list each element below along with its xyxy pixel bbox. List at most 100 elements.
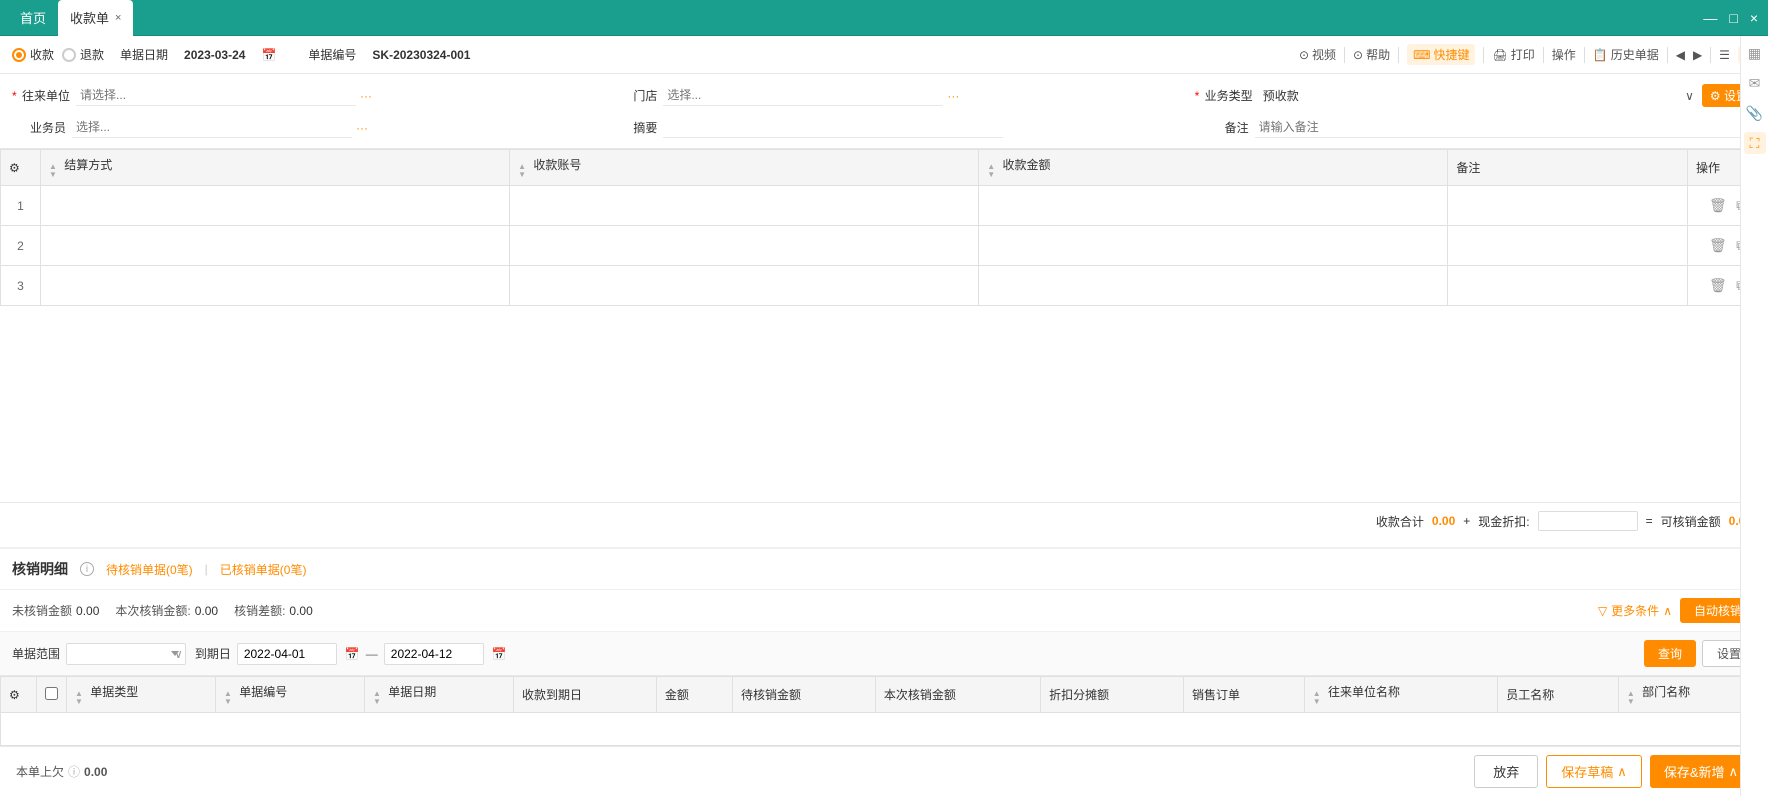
row-remark-1[interactable] xyxy=(1448,186,1688,226)
date-value[interactable]: 2023-03-24 xyxy=(184,48,245,62)
counterparty-input[interactable] xyxy=(76,85,356,106)
plus-label: + xyxy=(1463,514,1470,528)
verify-info-icon[interactable]: i xyxy=(80,562,94,576)
save-new-btn[interactable]: 保存&新增 ∧ xyxy=(1650,755,1752,788)
calendar-icon[interactable]: 📅 xyxy=(261,48,276,62)
video-icon: ⊙ xyxy=(1299,48,1309,62)
history-action[interactable]: 📋 历史单据 xyxy=(1593,46,1659,63)
sidebar-expand-icon[interactable]: ⛶ xyxy=(1744,132,1766,154)
store-label: 门店 xyxy=(603,87,663,104)
bottom-table-empty-row xyxy=(1,713,1768,746)
row-settlement-1[interactable] xyxy=(41,186,510,226)
bottom-info-icon[interactable]: ⓘ xyxy=(68,763,80,780)
top-navigation: 首页 收款单 × — □ × xyxy=(0,0,1768,36)
row-settlement-3[interactable] xyxy=(41,266,510,306)
bottom-th-counterparty: ▲▼ 往来单位名称 xyxy=(1304,677,1498,713)
verify-pending-tab[interactable]: 待核销单据(0笔) xyxy=(106,561,193,578)
store-input[interactable] xyxy=(663,85,943,106)
sidebar-clip-icon[interactable]: 📎 xyxy=(1744,102,1766,124)
date-to-input[interactable] xyxy=(384,643,484,665)
nav-tab-home[interactable]: 首页 xyxy=(8,0,58,36)
row-account-2[interactable] xyxy=(510,226,979,266)
save-draft-btn[interactable]: 保存草稿 ∧ xyxy=(1546,755,1642,788)
save-new-arrow-icon: ∧ xyxy=(1728,764,1738,780)
discount-label: 现金折扣: xyxy=(1478,513,1529,530)
remark-input[interactable] xyxy=(1255,117,1756,138)
radio-shoukuan-circle xyxy=(12,48,26,62)
verify-done-tab[interactable]: 已核销单据(0笔) xyxy=(220,561,307,578)
payment-type-group: 收款 退款 xyxy=(12,46,104,63)
date-label: 单据日期 xyxy=(120,46,168,63)
row-num-1: 1 xyxy=(1,186,41,226)
row-amount-1[interactable] xyxy=(979,186,1448,226)
list-view-icon[interactable]: ☰ xyxy=(1719,48,1730,62)
sidebar-table-icon[interactable]: ▦ xyxy=(1744,42,1766,64)
discard-btn[interactable]: 放弃 xyxy=(1474,755,1538,788)
salesperson-more-btn[interactable]: ··· xyxy=(356,121,368,135)
window-close-btn[interactable]: × xyxy=(1748,8,1760,28)
summary-label: 摘要 xyxy=(603,119,663,136)
nav-right-icon[interactable]: ▶ xyxy=(1693,48,1702,62)
row-delete-3[interactable]: 🗑 xyxy=(1709,277,1727,293)
table-row: 3 🗑 ⧉ xyxy=(1,266,1768,306)
calendar-to-icon[interactable]: 📅 xyxy=(492,647,507,661)
salesperson-label: 业务员 xyxy=(12,119,72,136)
equals-label: = xyxy=(1646,514,1653,528)
nav-tab-shoukuan[interactable]: 收款单 × xyxy=(58,0,133,36)
row-delete-1[interactable]: 🗑 xyxy=(1709,197,1727,213)
row-remark-3[interactable] xyxy=(1448,266,1688,306)
row-delete-2[interactable]: 🗑 xyxy=(1709,237,1727,253)
available-label: 可核销金额 xyxy=(1661,513,1721,530)
th-amount: ▲▼ 收款金额 xyxy=(979,150,1448,186)
select-all-checkbox[interactable] xyxy=(45,687,58,700)
discount-input[interactable] xyxy=(1538,511,1638,531)
row-remark-2[interactable] xyxy=(1448,226,1688,266)
bottom-th-settings[interactable]: ⚙ xyxy=(1,677,37,713)
table-header-row: ⚙ ▲▼ 结算方式 ▲▼ 收款账号 ▲▼ 收款金额 备注 操作 xyxy=(1,150,1768,186)
date-from-input[interactable] xyxy=(237,643,337,665)
shortcut-action[interactable]: ⌨ 快捷键 xyxy=(1407,44,1475,65)
range-select[interactable] xyxy=(66,643,186,665)
nav-left-icon[interactable]: ◀ xyxy=(1676,48,1685,62)
form-row-1: * 往来单位 ··· 门店 ··· * 业务类型 预收款 ∨ xyxy=(12,84,1756,107)
salesperson-input[interactable] xyxy=(72,117,352,138)
counterparty-more-btn[interactable]: ··· xyxy=(360,89,372,103)
more-filter-btn[interactable]: ▽ 更多条件 ∧ xyxy=(1598,602,1672,619)
th-settings[interactable]: ⚙ xyxy=(1,150,41,186)
window-minimize-btn[interactable]: — xyxy=(1701,8,1719,28)
store-more-btn[interactable]: ··· xyxy=(947,89,959,103)
th-remark: 备注 xyxy=(1448,150,1688,186)
number-value: SK-20230324-001 xyxy=(372,48,470,62)
row-amount-2[interactable] xyxy=(979,226,1448,266)
video-action[interactable]: ⊙ 视频 xyxy=(1299,46,1336,63)
tab-close-icon[interactable]: × xyxy=(115,12,121,24)
row-account-1[interactable] xyxy=(510,186,979,226)
bottom-info-value: 0.00 xyxy=(84,765,107,779)
bottom-th-pending: 待核销金额 xyxy=(732,677,875,713)
shortcut-icon: ⌨ xyxy=(1413,48,1430,62)
row-settlement-2[interactable] xyxy=(41,226,510,266)
sidebar-mail-icon[interactable]: ✉ xyxy=(1744,72,1766,94)
bottom-th-amount: 金额 xyxy=(656,677,732,713)
window-restore-btn[interactable]: □ xyxy=(1727,8,1739,28)
summary-input[interactable] xyxy=(663,117,1003,138)
bottom-info-label: 本单上欠 xyxy=(16,763,64,780)
operations-action[interactable]: 操作 xyxy=(1552,46,1576,63)
radio-shoukuan[interactable]: 收款 xyxy=(12,46,54,63)
filter-row: 单据范围 ∨ 到期日 📅 — 📅 查询 设置 xyxy=(0,632,1768,676)
row-amount-3[interactable] xyxy=(979,266,1448,306)
calendar-from-icon[interactable]: 📅 xyxy=(345,647,360,661)
bottom-th-checkbox[interactable] xyxy=(37,677,67,713)
row-account-3[interactable] xyxy=(510,266,979,306)
table-footer: 收款合计 0.00 + 现金折扣: = 可核销金额 0.00 xyxy=(0,502,1768,539)
print-action[interactable]: 🖨 打印 xyxy=(1492,46,1534,63)
biz-type-dropdown-icon[interactable]: ∨ xyxy=(1685,89,1694,103)
th-account: ▲▼ 收款账号 xyxy=(510,150,979,186)
radio-tuikuan[interactable]: 退款 xyxy=(62,46,104,63)
query-btn[interactable]: 查询 xyxy=(1644,640,1696,667)
bottom-th-discount: 折扣分摊额 xyxy=(1041,677,1184,713)
right-sidebar: ▦ ✉ 📎 ⛶ xyxy=(1740,36,1768,796)
window-controls: — □ × xyxy=(1701,8,1760,28)
bottom-info: 本单上欠 ⓘ 0.00 xyxy=(16,763,107,780)
help-action[interactable]: ⊙ 帮助 xyxy=(1353,46,1390,63)
